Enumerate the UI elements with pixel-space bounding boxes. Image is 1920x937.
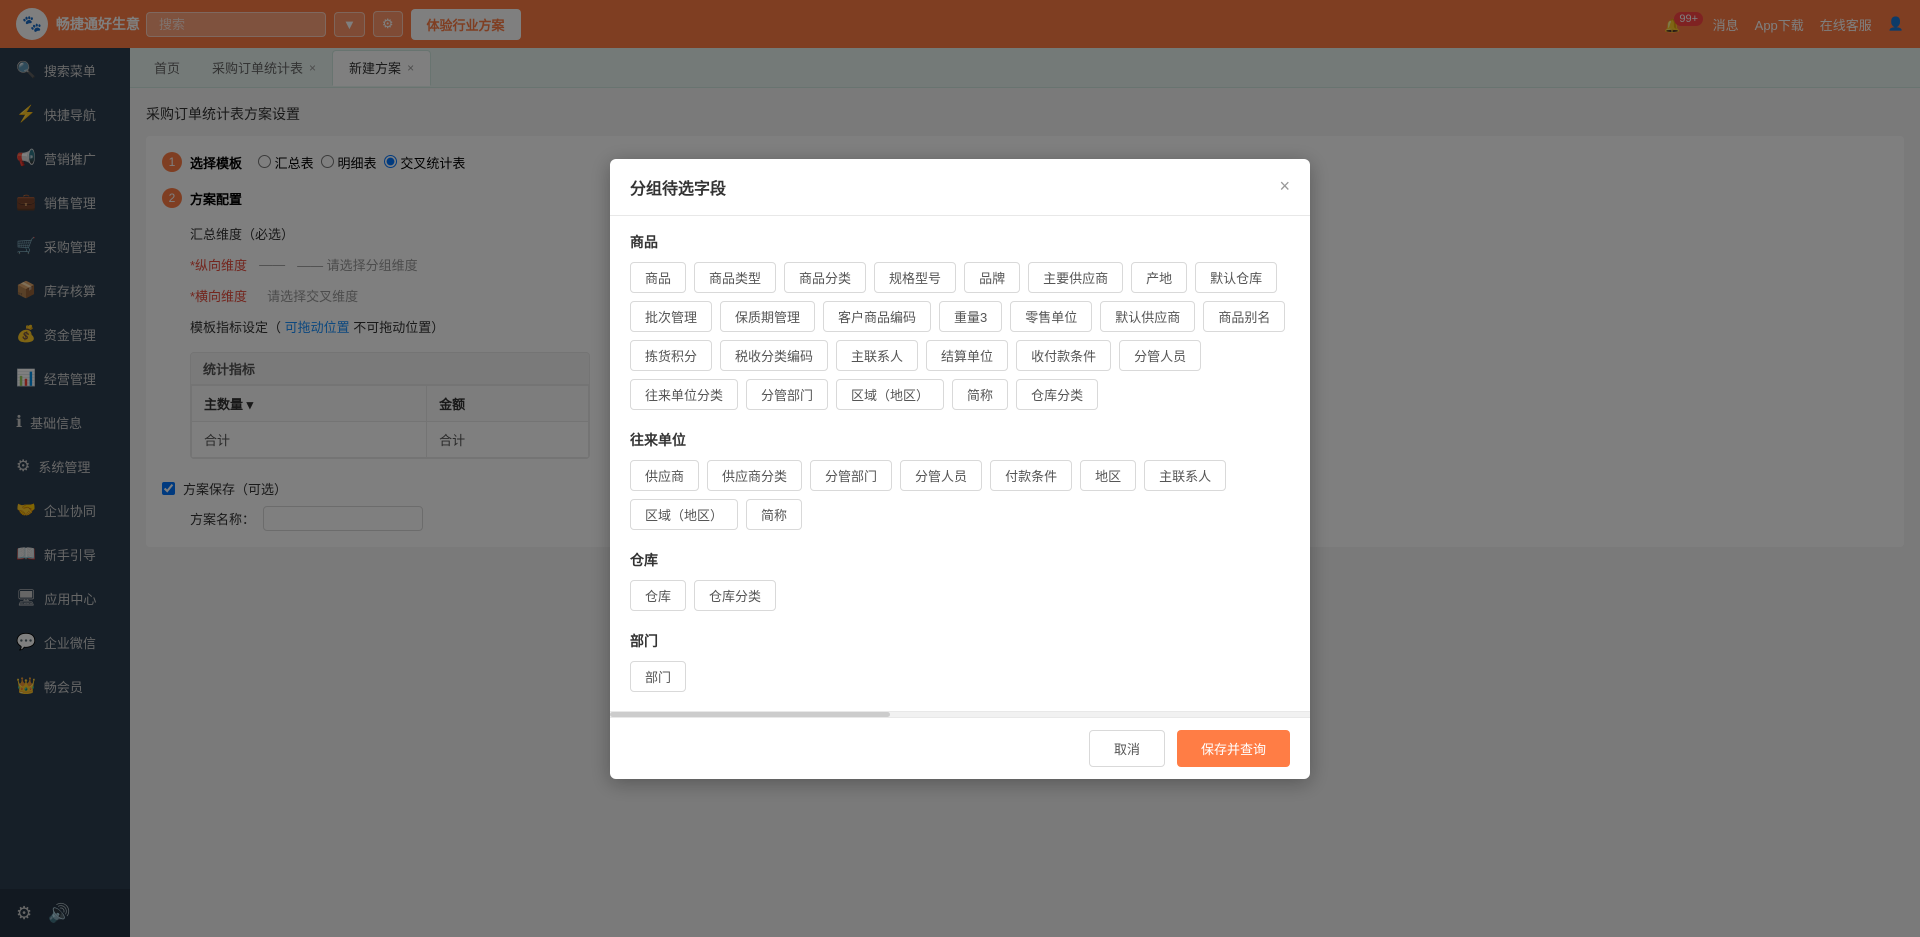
- section-department: 部门 部门: [630, 631, 1290, 692]
- tag-pick-points[interactable]: 拣货积分: [630, 340, 712, 371]
- section-partner: 往来单位 供应商 供应商分类 分管部门 分管人员 付款条件 地区 主联系人 区域…: [630, 430, 1290, 530]
- dialog: 分组待选字段 × 商品 商品 商品类型 商品分类 规格型号 品牌 主要供应商 产…: [610, 159, 1310, 779]
- tag-default-warehouse[interactable]: 默认仓库: [1195, 262, 1277, 293]
- tag-supplier[interactable]: 供应商: [630, 460, 699, 491]
- tag-product-alias[interactable]: 商品别名: [1203, 301, 1285, 332]
- section-warehouse-tags: 仓库 仓库分类: [630, 580, 1290, 611]
- section-product: 商品 商品 商品类型 商品分类 规格型号 品牌 主要供应商 产地 默认仓库 批次…: [630, 232, 1290, 410]
- tag-payment-cond[interactable]: 付款条件: [990, 460, 1072, 491]
- tag-settlement-unit[interactable]: 结算单位: [926, 340, 1008, 371]
- tag-product-category[interactable]: 商品分类: [784, 262, 866, 293]
- tag-region2[interactable]: 区域（地区）: [630, 499, 738, 530]
- tag-partner-category[interactable]: 往来单位分类: [630, 379, 738, 410]
- tag-short-name2[interactable]: 简称: [746, 499, 802, 530]
- section-product-tags: 商品 商品类型 商品分类 规格型号 品牌 主要供应商 产地 默认仓库 批次管理 …: [630, 262, 1290, 410]
- tag-region[interactable]: 区域（地区）: [836, 379, 944, 410]
- tag-batch-mgmt[interactable]: 批次管理: [630, 301, 712, 332]
- section-department-tags: 部门: [630, 661, 1290, 692]
- hscroll-thumb: [610, 712, 890, 717]
- tag-main-contact2[interactable]: 主联系人: [1144, 460, 1226, 491]
- tag-main-supplier[interactable]: 主要供应商: [1028, 262, 1123, 293]
- cancel-button[interactable]: 取消: [1089, 730, 1165, 767]
- tag-partner-dept[interactable]: 分管部门: [810, 460, 892, 491]
- tag-dept[interactable]: 分管部门: [746, 379, 828, 410]
- dialog-close-btn[interactable]: ×: [1279, 176, 1290, 197]
- tag-product[interactable]: 商品: [630, 262, 686, 293]
- tag-department[interactable]: 部门: [630, 661, 686, 692]
- tag-main-contact[interactable]: 主联系人: [836, 340, 918, 371]
- tag-origin[interactable]: 产地: [1131, 262, 1187, 293]
- tag-supervisor[interactable]: 分管人员: [1119, 340, 1201, 371]
- section-product-title: 商品: [630, 232, 1290, 252]
- tag-default-supplier[interactable]: 默认供应商: [1100, 301, 1195, 332]
- tag-warehouse-category[interactable]: 仓库分类: [694, 580, 776, 611]
- tag-partner-supervisor[interactable]: 分管人员: [900, 460, 982, 491]
- tag-area[interactable]: 地区: [1080, 460, 1136, 491]
- confirm-button[interactable]: 保存并查询: [1177, 730, 1290, 767]
- section-warehouse-title: 仓库: [630, 550, 1290, 570]
- tag-product-type[interactable]: 商品类型: [694, 262, 776, 293]
- tag-payment-terms[interactable]: 收付款条件: [1016, 340, 1111, 371]
- section-partner-tags: 供应商 供应商分类 分管部门 分管人员 付款条件 地区 主联系人 区域（地区） …: [630, 460, 1290, 530]
- dialog-body: 商品 商品 商品类型 商品分类 规格型号 品牌 主要供应商 产地 默认仓库 批次…: [610, 216, 1310, 711]
- tag-expiry-mgmt[interactable]: 保质期管理: [720, 301, 815, 332]
- tag-supplier-cat[interactable]: 供应商分类: [707, 460, 802, 491]
- tag-brand[interactable]: 品牌: [964, 262, 1020, 293]
- dialog-header: 分组待选字段 ×: [610, 159, 1310, 216]
- tag-spec-model[interactable]: 规格型号: [874, 262, 956, 293]
- tag-retail-unit[interactable]: 零售单位: [1010, 301, 1092, 332]
- tag-warehouse-cat[interactable]: 仓库分类: [1016, 379, 1098, 410]
- section-warehouse: 仓库 仓库 仓库分类: [630, 550, 1290, 611]
- dialog-overlay: 分组待选字段 × 商品 商品 商品类型 商品分类 规格型号 品牌 主要供应商 产…: [0, 0, 1920, 937]
- dialog-hscrollbar[interactable]: [610, 711, 1310, 717]
- tag-customer-code[interactable]: 客户商品编码: [823, 301, 931, 332]
- dialog-footer: 取消 保存并查询: [610, 717, 1310, 779]
- tag-warehouse[interactable]: 仓库: [630, 580, 686, 611]
- section-partner-title: 往来单位: [630, 430, 1290, 450]
- dialog-title: 分组待选字段: [630, 175, 726, 199]
- section-department-title: 部门: [630, 631, 1290, 651]
- tag-short-name[interactable]: 简称: [952, 379, 1008, 410]
- tag-tax-code[interactable]: 税收分类编码: [720, 340, 828, 371]
- tag-weight3[interactable]: 重量3: [939, 301, 1002, 332]
